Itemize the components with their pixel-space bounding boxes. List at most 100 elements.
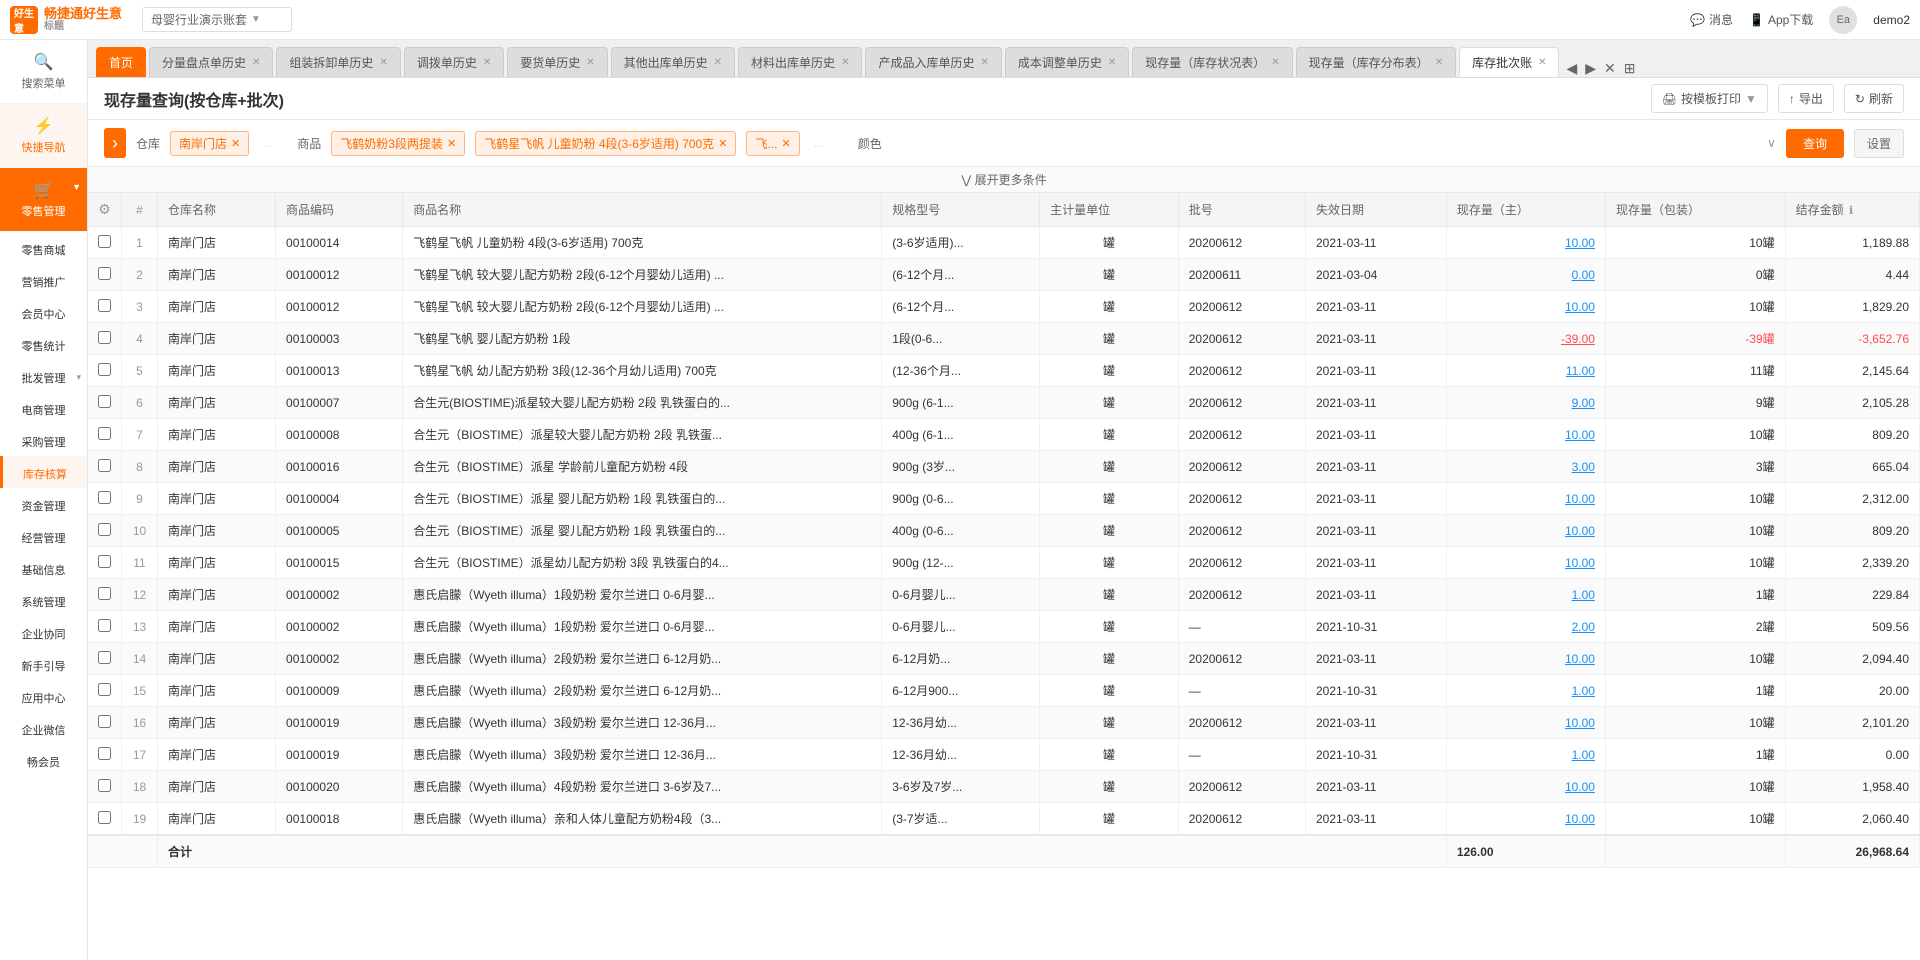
- row-check-input[interactable]: [98, 395, 111, 408]
- tab-requisition[interactable]: 要货单历史 ✕: [507, 47, 607, 77]
- sidebar-item-operations[interactable]: 经营管理: [0, 520, 87, 552]
- row-qty-main[interactable]: 10.00: [1446, 291, 1605, 323]
- tab-prev-btn[interactable]: ◀: [1562, 60, 1581, 77]
- warehouse-filter-tag[interactable]: 南岸门店 ✕: [170, 131, 249, 156]
- username[interactable]: demo2: [1873, 13, 1910, 27]
- table-settings-icon[interactable]: ⚙: [98, 201, 111, 217]
- row-qty-main[interactable]: 1.00: [1446, 579, 1605, 611]
- tab-finished-inbound[interactable]: 产成品入库单历史 ✕: [865, 47, 1001, 77]
- sidebar-item-system[interactable]: 系统管理: [0, 584, 87, 616]
- row-check-input[interactable]: [98, 363, 111, 376]
- goods-tag1-close-icon[interactable]: ✕: [447, 137, 456, 150]
- goods-filter-tag3[interactable]: 飞... ✕: [746, 131, 799, 156]
- qty-main-link[interactable]: 10.00: [1565, 524, 1595, 538]
- warehouse-tag-close-icon[interactable]: ✕: [231, 137, 240, 150]
- row-check-input[interactable]: [98, 619, 111, 632]
- goods-filter-tag1[interactable]: 飞鹤奶粉3段两提装 ✕: [331, 131, 465, 156]
- sidebar-item-wholesale[interactable]: 批发管理: [0, 360, 87, 392]
- row-check-input[interactable]: [98, 651, 111, 664]
- row-check-input[interactable]: [98, 299, 111, 312]
- row-qty-main[interactable]: 10.00: [1446, 547, 1605, 579]
- tab-close-icon[interactable]: ✕: [841, 57, 849, 68]
- row-checkbox[interactable]: [88, 259, 122, 291]
- app-download-btn[interactable]: 📱 App下载: [1749, 11, 1813, 28]
- row-checkbox[interactable]: [88, 291, 122, 323]
- row-check-input[interactable]: [98, 779, 111, 792]
- filter-collapse-arrow-icon[interactable]: ∨: [1767, 136, 1776, 150]
- qty-main-link[interactable]: 10.00: [1565, 300, 1595, 314]
- row-check-input[interactable]: [98, 459, 111, 472]
- row-checkbox[interactable]: [88, 547, 122, 579]
- col-settings[interactable]: ⚙: [88, 193, 122, 227]
- qty-main-link[interactable]: 10.00: [1565, 652, 1595, 666]
- row-qty-main[interactable]: 10.00: [1446, 707, 1605, 739]
- row-qty-main[interactable]: 0.00: [1446, 259, 1605, 291]
- message-btn[interactable]: 💬 消息: [1690, 11, 1733, 28]
- row-qty-main[interactable]: 10.00: [1446, 643, 1605, 675]
- row-qty-main[interactable]: 9.00: [1446, 387, 1605, 419]
- row-check-input[interactable]: [98, 683, 111, 696]
- print-btn[interactable]: 🖨 按模板打印 ▼: [1651, 84, 1768, 113]
- row-checkbox[interactable]: [88, 611, 122, 643]
- tab-inventory-check[interactable]: 分量盘点单历史 ✕: [149, 47, 273, 77]
- tab-next-btn[interactable]: ▶: [1581, 60, 1600, 77]
- qty-main-link[interactable]: 10.00: [1565, 812, 1595, 826]
- row-check-input[interactable]: [98, 267, 111, 280]
- row-checkbox[interactable]: [88, 419, 122, 451]
- row-checkbox[interactable]: [88, 515, 122, 547]
- amount-info-icon[interactable]: ℹ: [1849, 205, 1853, 217]
- sidebar-item-purchase[interactable]: 采购管理: [0, 424, 87, 456]
- tab-close-icon[interactable]: ✕: [714, 57, 722, 68]
- tab-close-icon[interactable]: ✕: [483, 57, 491, 68]
- qty-main-link[interactable]: 9.00: [1572, 396, 1595, 410]
- qty-main-link[interactable]: 10.00: [1565, 556, 1595, 570]
- sidebar-item-basic-info[interactable]: 基础信息: [0, 552, 87, 584]
- sidebar-item-collaboration[interactable]: 企业协同: [0, 616, 87, 648]
- qty-main-link[interactable]: 10.00: [1565, 780, 1595, 794]
- row-check-input[interactable]: [98, 491, 111, 504]
- row-qty-main[interactable]: 3.00: [1446, 451, 1605, 483]
- row-checkbox[interactable]: [88, 579, 122, 611]
- row-qty-main[interactable]: -39.00: [1446, 323, 1605, 355]
- sidebar-item-inventory[interactable]: 库存核算: [0, 456, 87, 488]
- row-check-input[interactable]: [98, 747, 111, 760]
- row-checkbox[interactable]: [88, 483, 122, 515]
- tab-home[interactable]: 首页: [96, 47, 146, 77]
- sidebar-item-retail-stats[interactable]: 零售统计: [0, 328, 87, 360]
- tab-close-icon[interactable]: ✕: [252, 57, 260, 68]
- row-checkbox[interactable]: [88, 227, 122, 259]
- qty-main-link[interactable]: 10.00: [1565, 236, 1595, 250]
- row-qty-main[interactable]: 10.00: [1446, 803, 1605, 836]
- row-check-input[interactable]: [98, 811, 111, 824]
- qty-main-link[interactable]: 3.00: [1572, 460, 1595, 474]
- row-checkbox[interactable]: [88, 675, 122, 707]
- sidebar-item-finance[interactable]: 资金管理: [0, 488, 87, 520]
- tab-stock-status[interactable]: 现存量（库存状况表） ✕: [1132, 47, 1292, 77]
- row-qty-main[interactable]: 10.00: [1446, 483, 1605, 515]
- goods-filter-tag2[interactable]: 飞鹤星飞帆 儿童奶粉 4段(3-6岁适用) 700克 ✕: [475, 131, 736, 156]
- row-check-input[interactable]: [98, 587, 111, 600]
- tab-cost-adjust[interactable]: 成本调整单历史 ✕: [1005, 47, 1129, 77]
- row-checkbox[interactable]: [88, 355, 122, 387]
- qty-main-link[interactable]: 10.00: [1565, 716, 1595, 730]
- sidebar-item-member[interactable]: 会员中心: [0, 296, 87, 328]
- row-checkbox[interactable]: [88, 803, 122, 836]
- row-check-input[interactable]: [98, 715, 111, 728]
- row-checkbox[interactable]: [88, 323, 122, 355]
- row-check-input[interactable]: [98, 331, 111, 344]
- row-checkbox[interactable]: [88, 643, 122, 675]
- tab-stock-dist[interactable]: 现存量（库存分布表） ✕: [1296, 47, 1456, 77]
- tab-close-icon[interactable]: ✕: [980, 57, 988, 68]
- qty-main-link[interactable]: 1.00: [1572, 588, 1595, 602]
- sidebar-item-wechat[interactable]: 企业微信: [0, 712, 87, 744]
- row-qty-main[interactable]: 2.00: [1446, 611, 1605, 643]
- goods-tag3-close-icon[interactable]: ✕: [781, 137, 790, 150]
- sidebar-item-ecommerce[interactable]: 电商管理: [0, 392, 87, 424]
- sidebar-item-search[interactable]: 🔍 搜索菜单: [0, 40, 87, 104]
- qty-main-link[interactable]: 0.00: [1572, 268, 1595, 282]
- row-checkbox[interactable]: [88, 451, 122, 483]
- tab-assembly[interactable]: 组装拆卸单历史 ✕: [276, 47, 400, 77]
- row-checkbox[interactable]: [88, 387, 122, 419]
- refresh-btn[interactable]: ↻ 刷新: [1844, 84, 1904, 113]
- tab-other-outbound[interactable]: 其他出库单历史 ✕: [611, 47, 735, 77]
